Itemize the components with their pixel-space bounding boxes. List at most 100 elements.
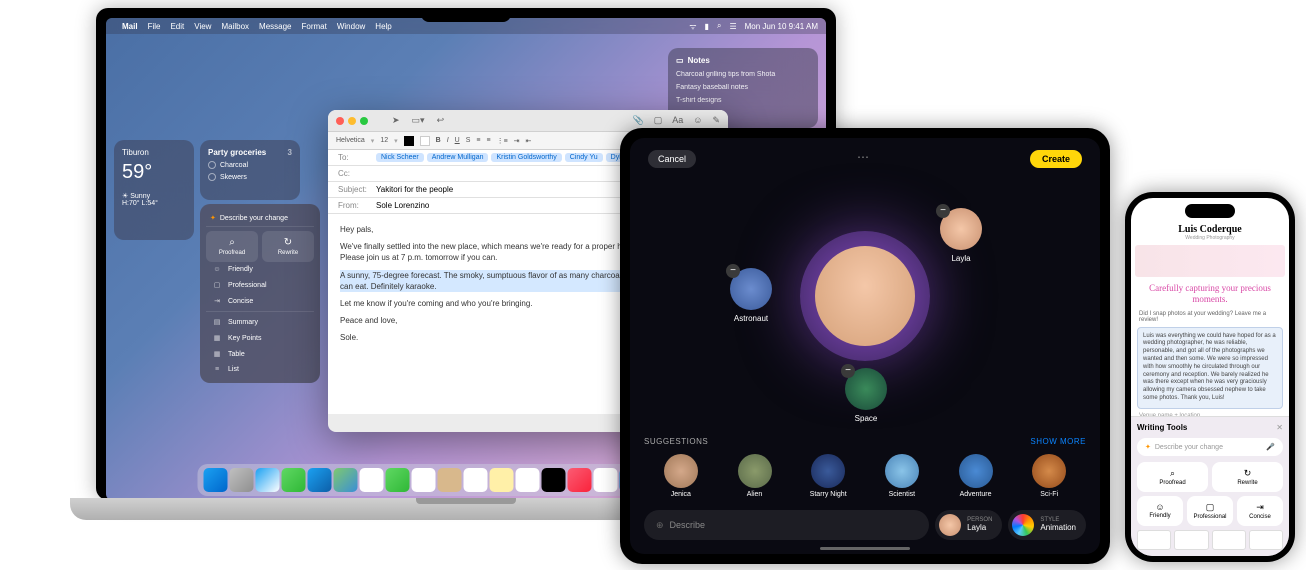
orbit-layla[interactable]: − Layla — [940, 208, 982, 263]
mic-icon[interactable]: 🎤 — [1266, 443, 1275, 451]
battery-icon[interactable]: ▮ — [705, 22, 709, 31]
text-color-icon[interactable] — [404, 136, 414, 146]
freeform-icon[interactable] — [516, 468, 540, 492]
align-center-icon[interactable]: ≡ — [486, 137, 490, 144]
person-pill[interactable]: PERSONLayla — [935, 510, 1002, 540]
outdent-icon[interactable]: ⇤ — [526, 137, 532, 145]
music-icon[interactable] — [568, 468, 592, 492]
calendar-icon[interactable] — [412, 468, 436, 492]
reminders-icon[interactable] — [464, 468, 488, 492]
create-button[interactable]: Create — [1030, 150, 1082, 168]
attachment-icon[interactable]: 📎 — [633, 115, 644, 126]
fontsize-select[interactable]: 12 — [380, 137, 388, 144]
thumbnail[interactable] — [1212, 530, 1246, 550]
strike-button[interactable]: S — [466, 137, 471, 144]
menubar-datetime[interactable]: Mon Jun 10 9:41 AM — [745, 22, 818, 31]
friendly-button[interactable]: ☺Friendly — [1137, 496, 1183, 526]
close-button[interactable] — [336, 117, 344, 125]
wifi-icon[interactable]: ᯤ — [689, 21, 696, 32]
close-icon[interactable]: ✕ — [1276, 423, 1283, 432]
recipient-pill[interactable]: Kristin Goldsworthy — [491, 153, 561, 162]
thumbnail[interactable] — [1137, 530, 1171, 550]
orbit-astronaut[interactable]: − Astronaut — [730, 268, 772, 323]
note-item[interactable]: Fantasy baseball notes — [676, 84, 810, 91]
menu-format[interactable]: Format — [302, 22, 327, 31]
underline-button[interactable]: U — [455, 137, 460, 144]
reminder-item[interactable]: Skewers — [208, 173, 292, 181]
menu-mailbox[interactable]: Mailbox — [221, 22, 249, 31]
font-select[interactable]: Helvetica — [336, 137, 365, 144]
bold-button[interactable]: B — [436, 137, 441, 144]
maps-icon[interactable] — [334, 468, 358, 492]
photo-icon[interactable]: ▢ — [654, 115, 663, 126]
suggestion-scifi[interactable]: Sci-Fi — [1012, 454, 1086, 498]
reminder-item[interactable]: Charcoal — [208, 161, 292, 169]
minimize-button[interactable] — [348, 117, 356, 125]
markup-icon[interactable]: ✎ — [712, 115, 720, 126]
more-icon[interactable]: ⋯ — [857, 150, 869, 168]
main-avatar[interactable] — [800, 231, 930, 361]
menu-file[interactable]: File — [148, 22, 161, 31]
reply-icon[interactable]: ↩ — [437, 115, 445, 126]
menu-view[interactable]: View — [194, 22, 211, 31]
keypoints-option[interactable]: ▦Key Points — [206, 330, 314, 346]
bullets-icon[interactable]: ⋮≡ — [497, 137, 508, 145]
proofread-button[interactable]: ⌕Proofread — [206, 231, 258, 262]
menu-help[interactable]: Help — [375, 22, 391, 31]
suggestion-adventure[interactable]: Adventure — [939, 454, 1013, 498]
notes-icon[interactable] — [490, 468, 514, 492]
remove-icon[interactable]: − — [726, 264, 740, 278]
rewrite-button[interactable]: ↻Rewrite — [262, 231, 314, 262]
send-icon[interactable]: ➤ — [392, 115, 400, 126]
suggestion-starry-night[interactable]: Starry Night — [791, 454, 865, 498]
menu-edit[interactable]: Edit — [170, 22, 184, 31]
weather-widget[interactable]: Tiburon 59° ☀ Sunny H:70° L:54° — [114, 140, 194, 240]
bg-color-icon[interactable] — [420, 136, 430, 146]
rewrite-button[interactable]: ↻Rewrite — [1212, 462, 1283, 492]
recipient-pill[interactable]: Cindy Yu — [565, 153, 603, 162]
recipient-pill[interactable]: Andrew Mulligan — [427, 153, 489, 162]
menu-message[interactable]: Message — [259, 22, 291, 31]
note-item[interactable]: Charcoal grilling tips from Shota — [676, 71, 810, 78]
control-center-icon[interactable]: ☰ — [729, 22, 736, 31]
remove-icon[interactable]: − — [936, 204, 950, 218]
messages-icon[interactable] — [282, 468, 306, 492]
tv-icon[interactable] — [542, 468, 566, 492]
checkbox-icon[interactable] — [208, 173, 216, 181]
finder-icon[interactable] — [204, 468, 228, 492]
safari-icon[interactable] — [256, 468, 280, 492]
show-more-button[interactable]: SHOW MORE — [1030, 437, 1086, 446]
checkbox-icon[interactable] — [208, 161, 216, 169]
summary-option[interactable]: ▤Summary — [206, 314, 314, 330]
remove-icon[interactable]: − — [841, 364, 855, 378]
style-pill[interactable]: STYLEAnimation — [1008, 510, 1086, 540]
professional-button[interactable]: ▢Professional — [1187, 496, 1233, 526]
friendly-option[interactable]: ☺Friendly — [206, 262, 314, 277]
recipient-pill[interactable]: Nick Scheer — [376, 153, 424, 162]
thumbnail[interactable] — [1249, 530, 1283, 550]
thumbnail[interactable] — [1174, 530, 1208, 550]
contacts-icon[interactable] — [438, 468, 462, 492]
suggestion-scientist[interactable]: Scientist — [865, 454, 939, 498]
align-left-icon[interactable]: ≡ — [476, 137, 480, 144]
italic-button[interactable]: I — [447, 137, 449, 144]
app-menu[interactable]: Mail — [122, 22, 138, 31]
zoom-button[interactable] — [360, 117, 368, 125]
table-option[interactable]: ▦Table — [206, 346, 314, 362]
review-textarea[interactable]: Luis was everything we could have hoped … — [1137, 327, 1283, 409]
concise-option[interactable]: ⇥Concise — [206, 293, 314, 309]
note-item[interactable]: T-shirt designs — [676, 97, 810, 104]
concise-button[interactable]: ⇥Concise — [1237, 496, 1283, 526]
orbit-space[interactable]: − Space — [845, 368, 887, 423]
proofread-button[interactable]: ⌕Proofread — [1137, 462, 1208, 492]
cancel-button[interactable]: Cancel — [648, 150, 696, 168]
photos-icon[interactable] — [360, 468, 384, 492]
mail-icon[interactable] — [308, 468, 332, 492]
list-option[interactable]: ≡List — [206, 362, 314, 377]
describe-input[interactable]: ⊕ Describe — [644, 510, 929, 540]
wt-describe-input[interactable]: ✦ Describe your change 🎤 — [1137, 438, 1283, 456]
search-icon[interactable]: ⌕ — [717, 21, 721, 31]
header-fields-icon[interactable]: ▭▾ — [412, 115, 425, 126]
menu-window[interactable]: Window — [337, 22, 365, 31]
plus-icon[interactable]: ⊕ — [656, 520, 664, 531]
